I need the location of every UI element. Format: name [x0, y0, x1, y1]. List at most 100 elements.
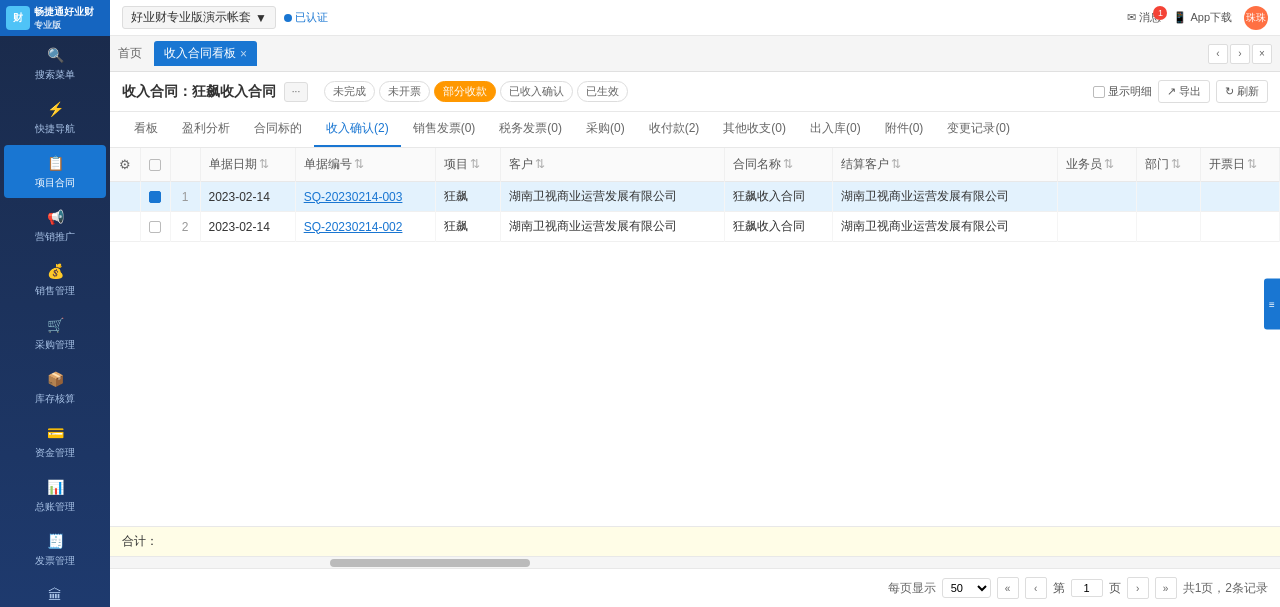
sidebar-item-1[interactable]: ⚡ 快捷导航 — [4, 91, 106, 144]
phone-icon: 📱 — [1173, 11, 1187, 24]
per-page-select[interactable]: 50 100 200 — [942, 578, 991, 598]
code-col-header[interactable]: 单据编号⇅ — [295, 148, 436, 182]
sidebar-item-icon-9: 🧾 — [45, 531, 65, 551]
settle-customer-col-header[interactable]: 结算客户⇅ — [833, 148, 1058, 182]
right-panel-icon[interactable]: ≡ — [1264, 278, 1280, 329]
app-name: 畅捷通好业财 — [34, 5, 94, 19]
open-date-col-header[interactable]: 开票日⇅ — [1201, 148, 1280, 182]
sidebar-item-7[interactable]: 💳 资金管理 — [4, 415, 106, 468]
sidebar-item-10[interactable]: 🏛 税务管理 — [4, 577, 106, 607]
customer-col-header[interactable]: 客户⇅ — [500, 148, 725, 182]
rownum-col-header — [170, 148, 200, 182]
inner-tab-2[interactable]: 合同标的 — [242, 112, 314, 147]
gear-icon[interactable]: ⚙ — [119, 157, 131, 172]
row-open-date-0 — [1201, 182, 1280, 212]
settings-col-header[interactable]: ⚙ — [110, 148, 140, 182]
nav-close-arrow[interactable]: × — [1252, 44, 1272, 64]
sidebar-item-label-6: 库存核算 — [35, 392, 75, 406]
more-button[interactable]: ··· — [284, 82, 308, 102]
row-cb-0[interactable] — [149, 191, 161, 203]
sidebar-item-8[interactable]: 📊 总账管理 — [4, 469, 106, 522]
avatar-icon: 珠珠 — [1244, 6, 1268, 30]
scrollbar-thumb[interactable] — [330, 559, 530, 567]
next-page-button[interactable]: › — [1127, 577, 1149, 599]
company-selector[interactable]: 好业财专业版演示帐套 ▼ — [122, 6, 276, 29]
page-number-input[interactable] — [1071, 579, 1103, 597]
app-download-button[interactable]: 📱 App下载 — [1173, 10, 1232, 25]
inner-tab-6[interactable]: 采购(0) — [574, 112, 637, 147]
contract-header: 收入合同：狂飙收入合同 ··· 未完成未开票部分收款已收入确认已生效 显示明细 … — [110, 72, 1280, 112]
inner-tab-3[interactable]: 收入确认(2) — [314, 112, 401, 147]
status-btn-4[interactable]: 已生效 — [577, 81, 628, 102]
salesperson-col-header[interactable]: 业务员⇅ — [1057, 148, 1136, 182]
row-cb-1[interactable] — [149, 221, 161, 233]
first-page-button[interactable]: « — [997, 577, 1019, 599]
horizontal-scrollbar[interactable] — [110, 556, 1280, 568]
sidebar-item-0[interactable]: 🔍 搜索菜单 — [4, 37, 106, 90]
row-settings-0[interactable] — [110, 182, 140, 212]
row-settings-1[interactable] — [110, 212, 140, 242]
sidebar-item-label-7: 资金管理 — [35, 446, 75, 460]
settle-sort-icon: ⇅ — [891, 157, 901, 171]
row-open-date-1 — [1201, 212, 1280, 242]
main-content: 好业财专业版演示帐套 ▼ 已认证 ✉ 消息 1 📱 App下载 珠珠 — [110, 0, 1280, 607]
status-btn-1[interactable]: 未开票 — [379, 81, 430, 102]
close-tab-icon[interactable]: × — [240, 47, 247, 61]
sidebar-item-5[interactable]: 🛒 采购管理 — [4, 307, 106, 360]
nav-prev-arrow[interactable]: ‹ — [1208, 44, 1228, 64]
project-col-header[interactable]: 项目⇅ — [436, 148, 500, 182]
sidebar-item-icon-10: 🏛 — [45, 585, 65, 605]
certified-badge: 已认证 — [284, 10, 328, 25]
active-tab[interactable]: 收入合同看板 × — [154, 41, 257, 66]
export-button[interactable]: ↗ 导出 — [1158, 80, 1210, 103]
last-page-button[interactable]: » — [1155, 577, 1177, 599]
inner-tab-10[interactable]: 附件(0) — [873, 112, 936, 147]
total-row: 合计： — [110, 526, 1280, 556]
inner-tab-1[interactable]: 盈利分析 — [170, 112, 242, 147]
prev-page-button[interactable]: ‹ — [1025, 577, 1047, 599]
sidebar-item-3[interactable]: 📢 营销推广 — [4, 199, 106, 252]
sidebar-item-9[interactable]: 🧾 发票管理 — [4, 523, 106, 576]
header-actions: ✉ 消息 1 📱 App下载 珠珠 — [1127, 6, 1268, 30]
row-code-1[interactable]: SQ-20230214-002 — [295, 212, 436, 242]
status-btn-0[interactable]: 未完成 — [324, 81, 375, 102]
select-all-checkbox[interactable] — [149, 159, 161, 171]
inner-tab-11[interactable]: 变更记录(0) — [935, 112, 1022, 147]
sidebar-item-2[interactable]: 📋 项目合同 — [4, 145, 106, 198]
contract-name-col-header[interactable]: 合同名称⇅ — [725, 148, 833, 182]
row-customer-0: 湖南卫视商业运营发展有限公司 — [500, 182, 725, 212]
inner-tab-5[interactable]: 税务发票(0) — [487, 112, 574, 147]
sidebar-item-icon-6: 📦 — [45, 369, 65, 389]
inner-tab-4[interactable]: 销售发票(0) — [401, 112, 488, 147]
sidebar-item-4[interactable]: 💰 销售管理 — [4, 253, 106, 306]
inner-tab-7[interactable]: 收付款(2) — [637, 112, 712, 147]
message-button[interactable]: ✉ 消息 1 — [1127, 10, 1161, 25]
checkbox-col-header[interactable] — [140, 148, 170, 182]
refresh-button[interactable]: ↻ 刷新 — [1216, 80, 1268, 103]
status-btn-3[interactable]: 已收入确认 — [500, 81, 573, 102]
nav-next-arrow[interactable]: › — [1230, 44, 1250, 64]
refresh-icon: ↻ — [1225, 85, 1234, 98]
table-container[interactable]: ⚙ 单据日期⇅ 单据编号⇅ 项目⇅ — [110, 148, 1280, 526]
row-num-1: 2 — [170, 212, 200, 242]
show-detail-checkbox[interactable]: 显示明细 — [1093, 84, 1152, 99]
table-row[interactable]: 2 2023-02-14 SQ-20230214-002 狂飙 湖南卫视商业运营… — [110, 212, 1280, 242]
inner-tab-9[interactable]: 出入库(0) — [798, 112, 873, 147]
export-icon: ↗ — [1167, 85, 1176, 98]
table-row[interactable]: 1 2023-02-14 SQ-20230214-003 狂飙 湖南卫视商业运营… — [110, 182, 1280, 212]
inner-tab-8[interactable]: 其他收支(0) — [711, 112, 798, 147]
contract-actions: 显示明细 ↗ 导出 ↻ 刷新 — [1093, 80, 1268, 103]
contract-sort-icon: ⇅ — [783, 157, 793, 171]
row-code-0[interactable]: SQ-20230214-003 — [295, 182, 436, 212]
row-checkbox-1[interactable] — [140, 212, 170, 242]
row-checkbox-0[interactable] — [140, 182, 170, 212]
user-avatar[interactable]: 珠珠 — [1244, 6, 1268, 30]
dept-col-header[interactable]: 部门⇅ — [1136, 148, 1200, 182]
show-detail-cb[interactable] — [1093, 86, 1105, 98]
home-tab[interactable]: 首页 — [118, 45, 142, 62]
row-salesperson-1 — [1057, 212, 1136, 242]
sidebar-item-6[interactable]: 📦 库存核算 — [4, 361, 106, 414]
inner-tab-0[interactable]: 看板 — [122, 112, 170, 147]
date-col-header[interactable]: 单据日期⇅ — [200, 148, 295, 182]
status-btn-2[interactable]: 部分收款 — [434, 81, 496, 102]
